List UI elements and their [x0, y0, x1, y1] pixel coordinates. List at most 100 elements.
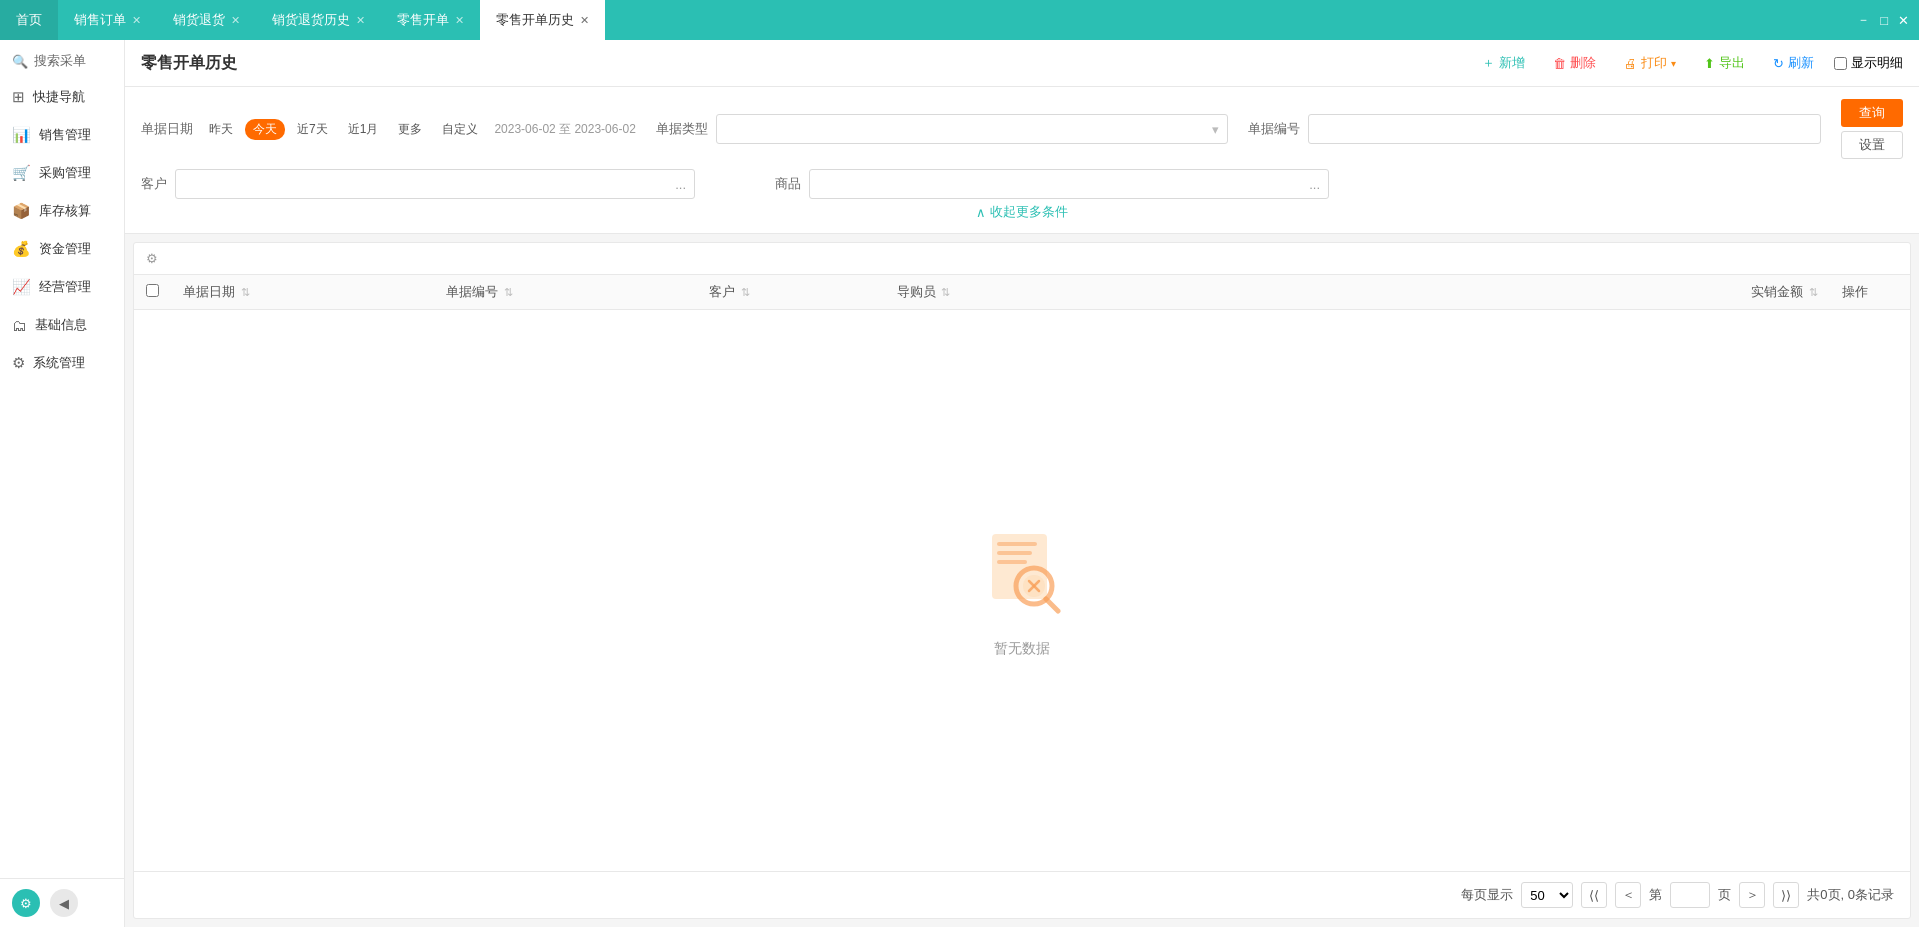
sidebar-item-system[interactable]: ⚙ 系统管理: [0, 344, 124, 382]
th-salesperson[interactable]: 导购员 ⇅: [885, 275, 1110, 310]
toolbar: ＋ 新增 🗑 删除 🖨 打印 ▾ ⬆ 导出 ↻ 刷新: [1474, 50, 1903, 76]
sidebar-item-operations[interactable]: 📈 经营管理: [0, 268, 124, 306]
bill-type-group: 单据类型 ▾: [656, 114, 1229, 144]
search-icon: 🔍: [12, 54, 28, 69]
per-page-label: 每页显示: [1461, 886, 1513, 904]
customer-group: 客户 ...: [141, 169, 695, 199]
tab-sales-return-close[interactable]: ✕: [231, 14, 240, 27]
collapse-arrow-icon: ◀: [59, 896, 69, 911]
system-icon: ⚙: [12, 354, 25, 372]
sidebar-item-purchase-mgmt[interactable]: 🛒 采购管理: [0, 154, 124, 192]
last-page-btn[interactable]: ⟩⟩: [1773, 882, 1799, 908]
quick-nav-icon: ⊞: [12, 88, 25, 106]
customer-input[interactable]: ...: [175, 169, 695, 199]
select-all-checkbox[interactable]: [146, 284, 159, 297]
filter-area: 单据日期 昨天 今天 近7天 近1月 更多 自定义 2023-06-02 至 2…: [125, 87, 1919, 234]
export-button[interactable]: ⬆ 导出: [1696, 50, 1753, 76]
svg-line-6: [1046, 599, 1058, 611]
print-button[interactable]: 🖨 打印 ▾: [1616, 50, 1684, 76]
window-controls: － □ ✕: [1857, 0, 1919, 40]
operations-icon: 📈: [12, 278, 31, 296]
sidebar-bottom: ⚙ ◀: [0, 878, 124, 927]
display-detail-checkbox[interactable]: [1834, 57, 1847, 70]
tab-retail-open-history-close[interactable]: ✕: [580, 14, 589, 27]
bill-number-group: 单据编号: [1248, 114, 1821, 144]
date-custom-btn[interactable]: 自定义: [434, 119, 486, 140]
salesperson-sort-icon: ⇅: [941, 286, 950, 298]
date-1month-btn[interactable]: 近1月: [340, 119, 387, 140]
close-btn[interactable]: ✕: [1898, 13, 1909, 28]
next-page-btn[interactable]: ＞: [1739, 882, 1765, 908]
finance-icon: 💰: [12, 240, 31, 258]
refresh-button[interactable]: ↻ 刷新: [1765, 50, 1822, 76]
per-page-select[interactable]: 50 10 20 100: [1521, 882, 1573, 908]
minimize-btn[interactable]: －: [1857, 11, 1870, 29]
tab-retail-open-history[interactable]: 零售开单历史 ✕: [480, 0, 605, 40]
goods-ellipsis-icon: ...: [1309, 177, 1320, 192]
print-icon: 🖨: [1624, 56, 1637, 71]
page-header: 零售开单历史 ＋ 新增 🗑 删除 🖨 打印 ▾ ⬆ 导出 ↻: [125, 40, 1919, 87]
maximize-btn[interactable]: □: [1880, 13, 1888, 28]
sidebar-item-sales-mgmt[interactable]: 📊 销售管理: [0, 116, 124, 154]
filter-settings-button[interactable]: 设置: [1841, 131, 1903, 159]
tab-home[interactable]: 首页: [0, 0, 58, 40]
goods-input[interactable]: ...: [809, 169, 1329, 199]
table-settings-icon[interactable]: ⚙: [146, 251, 158, 266]
th-date[interactable]: 单据日期 ⇅: [171, 275, 434, 310]
th-action: 操作: [1830, 275, 1910, 310]
tab-sales-order[interactable]: 销售订单 ✕: [58, 0, 157, 40]
query-button[interactable]: 查询: [1841, 99, 1903, 127]
delete-button[interactable]: 🗑 删除: [1545, 50, 1604, 76]
filter-actions: 查询 设置: [1841, 99, 1903, 159]
goods-group: 商品 ...: [775, 169, 1329, 199]
table-area: ⚙ 单据日期 ⇅ 单据编号 ⇅: [133, 242, 1911, 919]
empty-text: 暂无数据: [994, 640, 1050, 658]
sidebar-search[interactable]: 🔍 搜索采单: [0, 44, 124, 78]
goods-label: 商品: [775, 175, 801, 193]
page-number-input[interactable]: 1: [1670, 882, 1710, 908]
bill-type-select[interactable]: ▾: [716, 114, 1229, 144]
sidebar-item-quick-nav[interactable]: ⊞ 快捷导航: [0, 78, 124, 116]
date-today-btn[interactable]: 今天: [245, 119, 285, 140]
empty-state: 暂无数据: [134, 310, 1910, 871]
date-sort-icon: ⇅: [241, 286, 250, 298]
page-label: 第: [1649, 886, 1662, 904]
date-filter-label: 单据日期: [141, 120, 193, 138]
data-table: 单据日期 ⇅ 单据编号 ⇅ 客户 ⇅ 导购员 ⇅: [134, 275, 1910, 310]
prev-page-btn[interactable]: ＜: [1615, 882, 1641, 908]
tab-sales-order-close[interactable]: ✕: [132, 14, 141, 27]
svg-rect-3: [997, 560, 1027, 564]
sidebar-item-basic-info[interactable]: 🗂 基础信息: [0, 306, 124, 344]
main-layout: 🔍 搜索采单 ⊞ 快捷导航 📊 销售管理 🛒 采购管理 📦 库存核算 💰 资金管…: [0, 40, 1919, 927]
th-customer[interactable]: 客户 ⇅: [697, 275, 885, 310]
print-dropdown-icon: ▾: [1671, 58, 1676, 69]
th-number[interactable]: 单据编号 ⇅: [434, 275, 697, 310]
th-checkbox[interactable]: [134, 275, 171, 310]
tab-sales-return-history-close[interactable]: ✕: [356, 14, 365, 27]
th-amount[interactable]: 实销金额 ⇅: [1710, 275, 1830, 310]
customer-ellipsis-icon: ...: [675, 177, 686, 192]
sidebar-collapse-btn[interactable]: ◀: [50, 889, 78, 917]
filter-row-1: 单据日期 昨天 今天 近7天 近1月 更多 自定义 2023-06-02 至 2…: [141, 99, 1903, 159]
display-detail-toggle[interactable]: 显示明细: [1834, 54, 1903, 72]
tab-sales-return-history[interactable]: 销货退货历史 ✕: [256, 0, 381, 40]
add-button[interactable]: ＋ 新增: [1474, 50, 1533, 76]
tab-retail-open[interactable]: 零售开单 ✕: [381, 0, 480, 40]
sidebar-item-finance[interactable]: 💰 资金管理: [0, 230, 124, 268]
sales-mgmt-icon: 📊: [12, 126, 31, 144]
purchase-mgmt-icon: 🛒: [12, 164, 31, 182]
first-page-btn[interactable]: ⟨⟨: [1581, 882, 1607, 908]
tab-retail-open-close[interactable]: ✕: [455, 14, 464, 27]
bill-number-input[interactable]: [1308, 114, 1821, 144]
date-yesterday-btn[interactable]: 昨天: [201, 119, 241, 140]
sidebar-settings-btn[interactable]: ⚙: [12, 889, 40, 917]
bill-type-dropdown-icon: ▾: [1212, 122, 1219, 137]
sidebar-item-inventory[interactable]: 📦 库存核算: [0, 192, 124, 230]
collapse-more-btn[interactable]: ∧ 收起更多条件: [141, 203, 1903, 221]
page-suffix: 页: [1718, 886, 1731, 904]
tab-sales-return[interactable]: 销货退货 ✕: [157, 0, 256, 40]
date-more-btn[interactable]: 更多: [390, 119, 430, 140]
filter-row-2: 客户 ... 商品 ...: [141, 169, 1903, 199]
basic-info-icon: 🗂: [12, 317, 27, 334]
date-7days-btn[interactable]: 近7天: [289, 119, 336, 140]
